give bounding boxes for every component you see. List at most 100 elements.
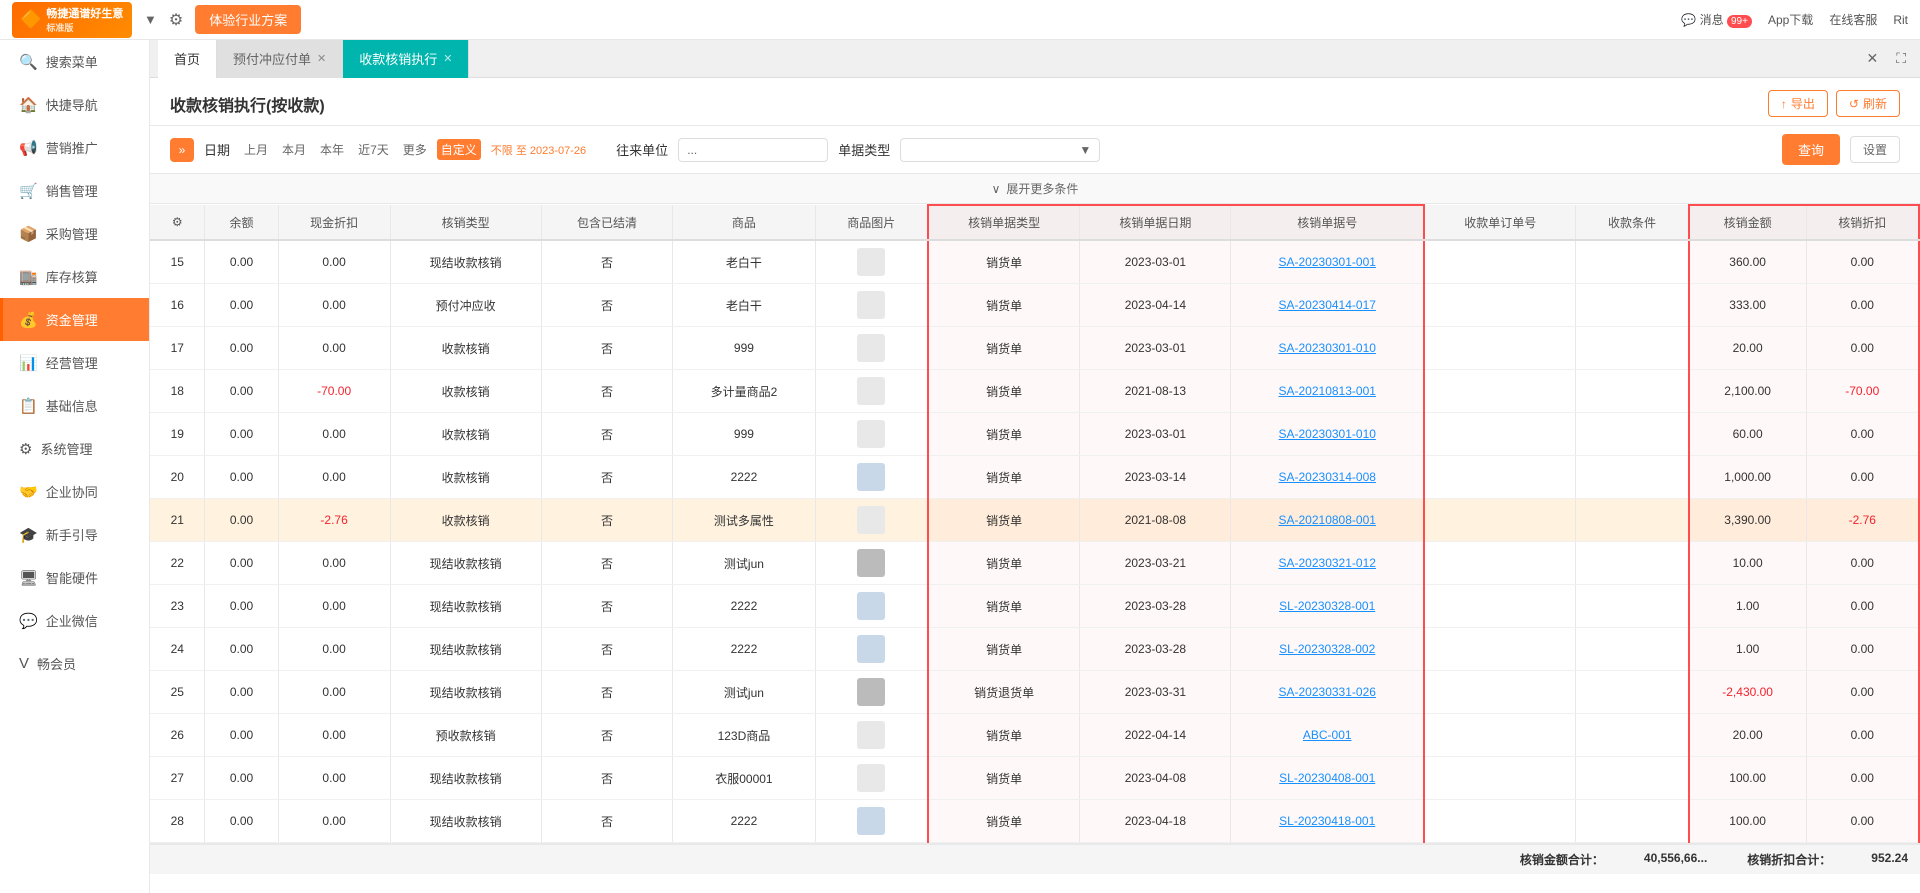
cell-verify-type: 收款核销 — [390, 327, 541, 370]
cell-balance: 0.00 — [205, 628, 278, 671]
date-custom[interactable]: 自定义 — [437, 139, 481, 160]
app-download-btn[interactable]: App下载 — [1768, 11, 1813, 28]
sidebar-item-collab[interactable]: 🤝 企业协同 — [0, 470, 149, 513]
cell-verify-amount: 333.00 — [1689, 284, 1806, 327]
col-header-hs-type: 核销单据类型 — [928, 205, 1080, 240]
table-row: 16 0.00 0.00 预付冲应收 否 老白干 销货单 2023-04-14 … — [150, 284, 1919, 327]
date-this-year[interactable]: 本年 — [316, 139, 348, 160]
cell-receipt-order — [1424, 585, 1576, 628]
cell-verify-amount: 100.00 — [1689, 800, 1806, 843]
cell-cash-discount: 0.00 — [278, 413, 390, 456]
cell-hs-date: 2023-03-31 — [1080, 671, 1231, 714]
cell-idx: 18 — [150, 370, 205, 413]
cell-balance: 0.00 — [205, 456, 278, 499]
sidebar-label-basic: 基础信息 — [46, 396, 98, 415]
sidebar-item-purchase[interactable]: 📦 采购管理 — [0, 212, 149, 255]
filter-toggle[interactable]: » — [170, 138, 194, 162]
tab-close-icon[interactable]: ✕ — [1860, 48, 1884, 69]
col-header-hs-num: 核销单据号 — [1231, 205, 1424, 240]
cell-hs-type: 销货单 — [928, 327, 1080, 370]
cell-verify-amount: 3,390.00 — [1689, 499, 1806, 542]
cell-hs-date: 2023-03-28 — [1080, 585, 1231, 628]
tab-verify-close[interactable]: ✕ — [443, 52, 452, 65]
sidebar-item-basic-info[interactable]: 📋 基础信息 — [0, 384, 149, 427]
sidebar-item-nav[interactable]: 🏠 快捷导航 — [0, 83, 149, 126]
cell-included-settled: 否 — [541, 757, 673, 800]
online-service-btn[interactable]: 在线客服 — [1829, 11, 1877, 28]
cell-verify-discount: 0.00 — [1806, 671, 1919, 714]
sidebar-item-finance[interactable]: 💰 资金管理 — [0, 298, 149, 341]
date-this-month[interactable]: 本月 — [278, 139, 310, 160]
footer-discount-label: 核销折扣合计： — [1747, 851, 1831, 868]
cell-receipt-condition — [1576, 456, 1689, 499]
cell-included-settled: 否 — [541, 370, 673, 413]
cell-verify-type: 现结收款核销 — [390, 240, 541, 284]
cell-included-settled: 否 — [541, 800, 673, 843]
sidebar-label-system: 系统管理 — [40, 439, 92, 458]
tab-expand-icon[interactable]: ⛶ — [1890, 48, 1912, 69]
date-options: 上月 本月 本年 近7天 更多 自定义 — [240, 139, 481, 160]
cell-balance: 0.00 — [205, 714, 278, 757]
table-row: 23 0.00 0.00 现结收款核销 否 2222 销货单 2023-03-2… — [150, 585, 1919, 628]
settings-button[interactable]: 设置 — [1850, 136, 1900, 163]
cell-receipt-condition — [1576, 585, 1689, 628]
cell-hs-num: SL-20230418-001 — [1231, 800, 1424, 843]
page-title: 收款核销执行(按收款) — [170, 92, 325, 116]
table-row: 20 0.00 0.00 收款核销 否 2222 销货单 2023-03-14 … — [150, 456, 1919, 499]
cell-verify-discount: 0.00 — [1806, 714, 1919, 757]
tab-prepay[interactable]: 预付冲应付单 ✕ — [217, 40, 343, 78]
expand-conditions[interactable]: ∨ 展开更多条件 — [150, 174, 1920, 204]
cell-included-settled: 否 — [541, 456, 673, 499]
tab-verify[interactable]: 收款核销执行 ✕ — [343, 40, 469, 78]
date-last-month[interactable]: 上月 — [240, 139, 272, 160]
member-icon: V — [19, 655, 29, 672]
cell-idx: 24 — [150, 628, 205, 671]
table-row: 22 0.00 0.00 现结收款核销 否 测试jun 销货单 2023-03-… — [150, 542, 1919, 585]
tab-home[interactable]: 首页 — [158, 40, 217, 78]
date-7days[interactable]: 近7天 — [354, 139, 393, 160]
sidebar-item-sales[interactable]: 🛒 销售管理 — [0, 169, 149, 212]
sidebar-item-inventory[interactable]: 🏬 库存核算 — [0, 255, 149, 298]
solution-button[interactable]: 体验行业方案 — [195, 5, 301, 34]
voucher-type-select[interactable]: ▼ — [900, 138, 1100, 162]
partner-select[interactable]: ... — [678, 138, 828, 162]
sidebar-item-marketing[interactable]: 📢 营销推广 — [0, 126, 149, 169]
sidebar-item-system[interactable]: ⚙ 系统管理 — [0, 427, 149, 470]
query-button[interactable]: 查询 — [1782, 134, 1840, 165]
sidebar-item-guide[interactable]: 🎓 新手引导 — [0, 513, 149, 556]
refresh-button[interactable]: ↺ 刷新 — [1836, 90, 1900, 117]
sidebar-item-wechat[interactable]: 💬 企业微信 — [0, 599, 149, 642]
cell-receipt-condition — [1576, 413, 1689, 456]
date-more[interactable]: 更多 — [399, 139, 431, 160]
cell-product-img — [815, 456, 928, 499]
cell-verify-amount: 60.00 — [1689, 413, 1806, 456]
wechat-icon: 💬 — [19, 612, 38, 630]
settings-icon[interactable]: ⚙ — [169, 10, 183, 30]
user-name[interactable]: Rit — [1893, 13, 1908, 27]
sidebar-label-collab: 企业协同 — [46, 482, 98, 501]
cell-hs-type: 销货退货单 — [928, 671, 1080, 714]
logo-sub: 标准版 — [46, 21, 123, 34]
cell-balance: 0.00 — [205, 499, 278, 542]
cell-verify-amount: 20.00 — [1689, 714, 1806, 757]
sidebar-item-search[interactable]: 🔍 搜索菜单 — [0, 40, 149, 83]
table-footer: 核销金额合计： 40,556,66... 核销折扣合计： 952.24 — [150, 843, 1920, 874]
col-header-idx: ⚙ — [150, 205, 205, 240]
message-btn[interactable]: 💬 消息 99+ — [1681, 11, 1752, 28]
app-dropdown[interactable]: ▼ — [144, 12, 157, 27]
tab-prepay-close[interactable]: ✕ — [317, 52, 326, 65]
cell-product-img — [815, 413, 928, 456]
cell-product: 老白干 — [673, 284, 815, 327]
cell-verify-type: 现结收款核销 — [390, 671, 541, 714]
cell-verify-type: 收款核销 — [390, 370, 541, 413]
sidebar-item-member[interactable]: V 畅会员 — [0, 642, 149, 685]
sidebar-label-nav: 快捷导航 — [46, 95, 98, 114]
sidebar-item-hardware[interactable]: 🖥 智能硬件 — [0, 556, 149, 599]
export-button[interactable]: ↑ 导出 — [1768, 90, 1828, 117]
cell-receipt-order — [1424, 800, 1576, 843]
cell-receipt-condition — [1576, 499, 1689, 542]
sidebar-item-management[interactable]: 📊 经营管理 — [0, 341, 149, 384]
cell-balance: 0.00 — [205, 413, 278, 456]
cell-idx: 15 — [150, 240, 205, 284]
cell-hs-num: SA-20230331-026 — [1231, 671, 1424, 714]
